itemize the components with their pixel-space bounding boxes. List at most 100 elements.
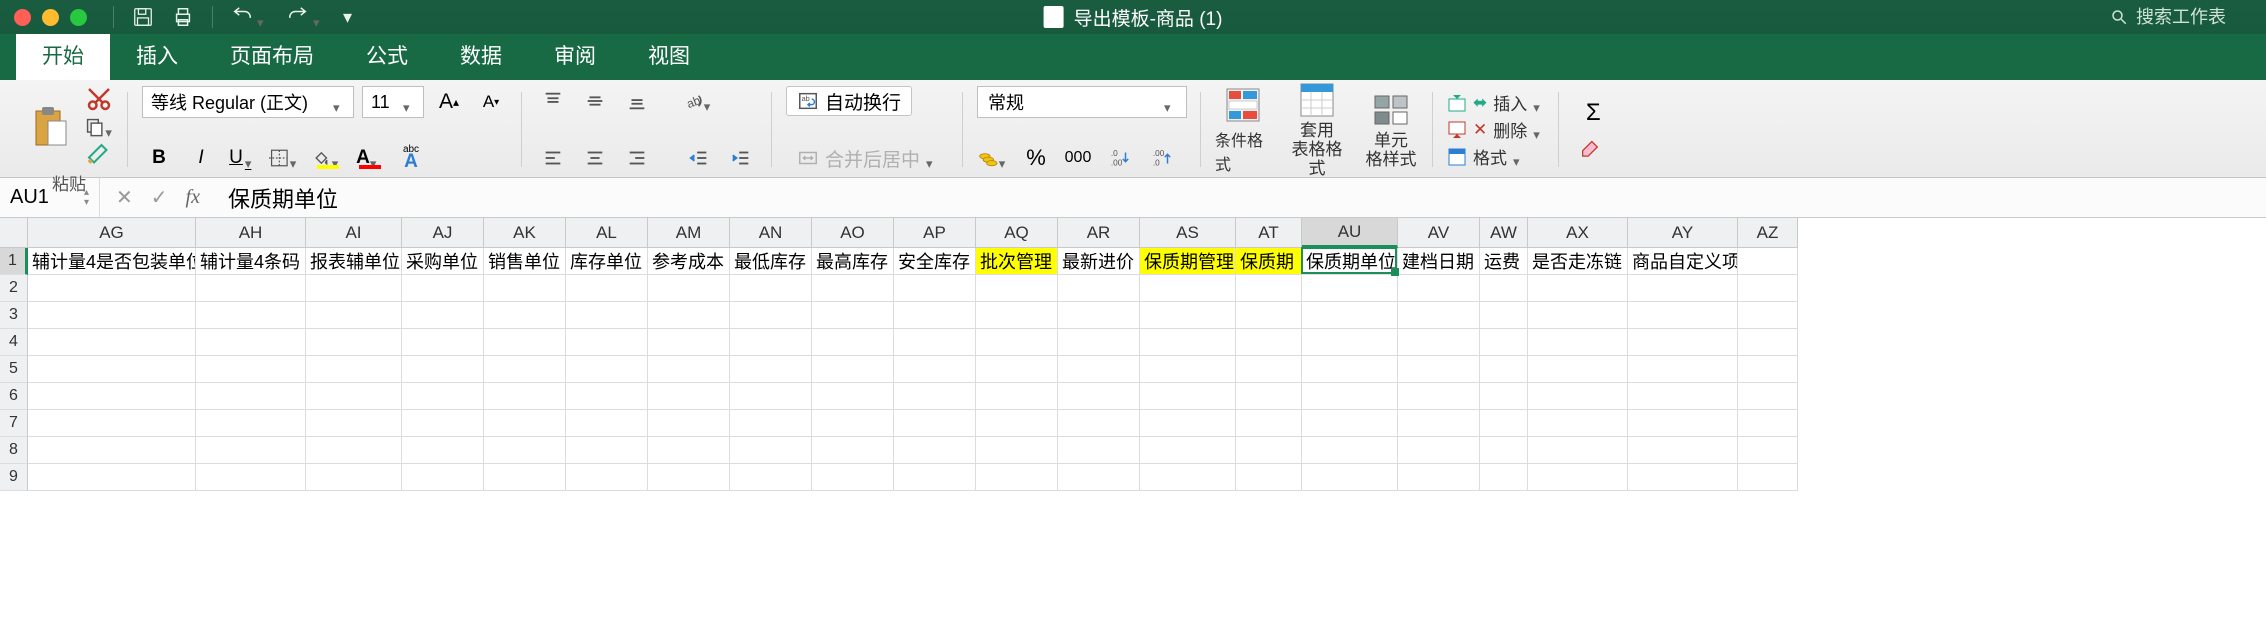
cell[interactable]: 安全库存 [894,248,976,275]
cell[interactable] [1058,383,1140,410]
cell[interactable] [976,275,1058,302]
column-header-AK[interactable]: AK [484,218,566,248]
minimize-window-button[interactable] [42,9,59,26]
row-header-6[interactable]: 6 [0,383,28,410]
cell[interactable] [812,329,894,356]
column-header-AQ[interactable]: AQ [976,218,1058,248]
cell[interactable] [1628,302,1738,329]
conditional-format-button[interactable]: 条件格式 [1215,85,1271,175]
align-left-button[interactable] [536,143,570,173]
tab-view[interactable]: 视图 [622,30,716,80]
cell[interactable]: 是否走冻链 [1528,248,1628,275]
cell[interactable] [1398,329,1480,356]
cell[interactable] [976,329,1058,356]
maximize-window-button[interactable] [70,9,87,26]
wrap-text-button[interactable]: ab 自动换行 [786,86,912,116]
tab-insert[interactable]: 插入 [110,30,204,80]
cell[interactable] [484,356,566,383]
cell[interactable] [306,437,402,464]
italic-button[interactable]: I [184,143,218,173]
cell[interactable] [566,329,648,356]
cell[interactable] [648,410,730,437]
cell[interactable] [1302,383,1398,410]
cell[interactable] [976,383,1058,410]
cell[interactable] [402,383,484,410]
cell[interactable] [1738,410,1798,437]
cell[interactable] [1528,356,1628,383]
cell[interactable] [1140,302,1236,329]
cell[interactable] [730,437,812,464]
cell[interactable] [1738,302,1798,329]
cell[interactable] [402,275,484,302]
cell[interactable] [1140,275,1236,302]
cell[interactable]: 保质期单位 [1302,248,1398,275]
cell[interactable] [402,302,484,329]
cell[interactable] [894,329,976,356]
cell[interactable] [1528,383,1628,410]
cell[interactable] [566,302,648,329]
cell[interactable] [566,275,648,302]
decrease-decimal-button[interactable]: .00.0 [1145,143,1179,173]
cell[interactable] [402,356,484,383]
cell[interactable] [566,410,648,437]
cell[interactable] [1738,383,1798,410]
accept-formula-button[interactable]: ✓ [151,185,168,210]
cell[interactable] [28,383,196,410]
cell[interactable] [1528,329,1628,356]
cell[interactable] [1528,437,1628,464]
grid-body[interactable]: 辅计量4是否包装单位辅计量4条码报表辅单位采购单位销售单位库存单位参考成本最低库… [28,248,1798,491]
cell[interactable] [812,275,894,302]
row-header-7[interactable]: 7 [0,410,28,437]
cell[interactable] [306,275,402,302]
cell[interactable] [402,410,484,437]
cell[interactable] [402,437,484,464]
bold-button[interactable]: B [142,143,176,173]
font-size-select[interactable]: 11 [362,86,424,118]
row-header-1[interactable]: 1 [0,248,28,275]
undo-button[interactable] [231,6,269,28]
cell[interactable]: 最低库存 [730,248,812,275]
cell[interactable] [1302,302,1398,329]
font-color-button[interactable]: A [352,143,386,173]
cell[interactable] [894,356,976,383]
cell[interactable] [648,302,730,329]
cell[interactable] [1302,410,1398,437]
row-header-5[interactable]: 5 [0,356,28,383]
cell[interactable]: 采购单位 [402,248,484,275]
cell[interactable] [812,383,894,410]
cell[interactable] [1302,464,1398,491]
tab-data[interactable]: 数据 [434,30,528,80]
cell[interactable] [1738,464,1798,491]
cell[interactable]: 辅计量4条码 [196,248,306,275]
cell[interactable] [1398,437,1480,464]
cell[interactable] [812,356,894,383]
cell[interactable] [648,329,730,356]
column-header-AP[interactable]: AP [894,218,976,248]
cell[interactable] [28,464,196,491]
cell[interactable] [1140,383,1236,410]
cell[interactable] [1302,329,1398,356]
cell[interactable] [894,275,976,302]
cell[interactable] [196,302,306,329]
cancel-formula-button[interactable]: ✕ [116,185,133,210]
cell[interactable] [1140,356,1236,383]
cell[interactable] [566,356,648,383]
cell[interactable] [1398,275,1480,302]
print-icon[interactable] [172,6,194,28]
copy-button[interactable] [84,114,114,140]
cell[interactable] [196,464,306,491]
formula-input[interactable]: 保质期单位 [216,182,2266,214]
cell[interactable] [730,356,812,383]
column-header-AV[interactable]: AV [1398,218,1480,248]
search-box[interactable] [2110,7,2256,28]
cell[interactable]: 批次管理 [976,248,1058,275]
cell[interactable] [306,383,402,410]
cell[interactable] [484,302,566,329]
cell[interactable] [28,410,196,437]
cell[interactable] [1738,329,1798,356]
cell[interactable] [1628,329,1738,356]
cell[interactable]: 最新进价 [1058,248,1140,275]
cell[interactable] [1628,383,1738,410]
cell[interactable] [484,275,566,302]
cell[interactable] [306,356,402,383]
